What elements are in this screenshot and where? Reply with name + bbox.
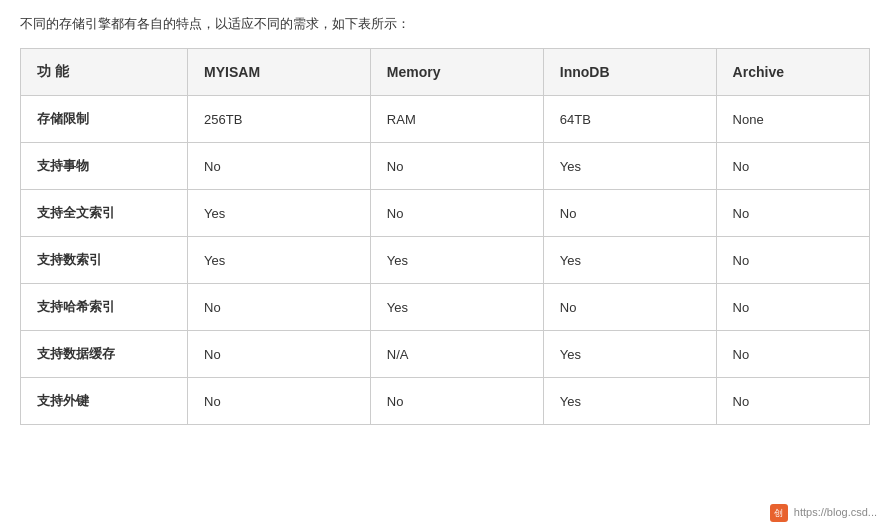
cell-archive-5: No: [716, 331, 869, 378]
table-header-row: 功 能 MYISAM Memory InnoDB Archive: [21, 49, 870, 96]
header-innodb: InnoDB: [543, 49, 716, 96]
watermark-icon: 创: [770, 504, 788, 522]
cell-myisam-4: No: [188, 284, 371, 331]
cell-myisam-3: Yes: [188, 237, 371, 284]
cell-feature-4: 支持哈希索引: [21, 284, 188, 331]
cell-innodb-4: No: [543, 284, 716, 331]
cell-memory-1: No: [370, 143, 543, 190]
watermark: 创 https://blog.csd...: [765, 502, 882, 524]
cell-archive-6: No: [716, 378, 869, 425]
cell-myisam-5: No: [188, 331, 371, 378]
cell-archive-4: No: [716, 284, 869, 331]
storage-engine-comparison-table: 功 能 MYISAM Memory InnoDB Archive 存储限制256…: [20, 48, 870, 425]
table-row: 支持全文索引YesNoNoNo: [21, 190, 870, 237]
cell-feature-2: 支持全文索引: [21, 190, 188, 237]
cell-feature-3: 支持数索引: [21, 237, 188, 284]
cell-archive-1: No: [716, 143, 869, 190]
header-archive: Archive: [716, 49, 869, 96]
cell-memory-0: RAM: [370, 96, 543, 143]
cell-memory-3: Yes: [370, 237, 543, 284]
cell-myisam-1: No: [188, 143, 371, 190]
cell-feature-6: 支持外键: [21, 378, 188, 425]
cell-memory-5: N/A: [370, 331, 543, 378]
cell-memory-6: No: [370, 378, 543, 425]
header-myisam: MYISAM: [188, 49, 371, 96]
cell-myisam-2: Yes: [188, 190, 371, 237]
intro-text: 不同的存储引擎都有各自的特点，以适应不同的需求，如下表所示：: [20, 15, 870, 33]
cell-innodb-0: 64TB: [543, 96, 716, 143]
cell-myisam-0: 256TB: [188, 96, 371, 143]
table-row: 支持事物NoNoYesNo: [21, 143, 870, 190]
cell-innodb-6: Yes: [543, 378, 716, 425]
header-feature: 功 能: [21, 49, 188, 96]
table-row: 支持数索引YesYesYesNo: [21, 237, 870, 284]
table-row: 支持外键NoNoYesNo: [21, 378, 870, 425]
watermark-text: https://blog.csd...: [794, 506, 877, 518]
cell-feature-1: 支持事物: [21, 143, 188, 190]
cell-feature-0: 存储限制: [21, 96, 188, 143]
cell-feature-5: 支持数据缓存: [21, 331, 188, 378]
cell-archive-3: No: [716, 237, 869, 284]
table-row: 支持数据缓存NoN/AYesNo: [21, 331, 870, 378]
cell-archive-0: None: [716, 96, 869, 143]
header-memory: Memory: [370, 49, 543, 96]
cell-innodb-5: Yes: [543, 331, 716, 378]
cell-memory-4: Yes: [370, 284, 543, 331]
table-row: 支持哈希索引NoYesNoNo: [21, 284, 870, 331]
cell-myisam-6: No: [188, 378, 371, 425]
cell-memory-2: No: [370, 190, 543, 237]
cell-archive-2: No: [716, 190, 869, 237]
cell-innodb-1: Yes: [543, 143, 716, 190]
table-row: 存储限制256TBRAM64TBNone: [21, 96, 870, 143]
cell-innodb-3: Yes: [543, 237, 716, 284]
cell-innodb-2: No: [543, 190, 716, 237]
